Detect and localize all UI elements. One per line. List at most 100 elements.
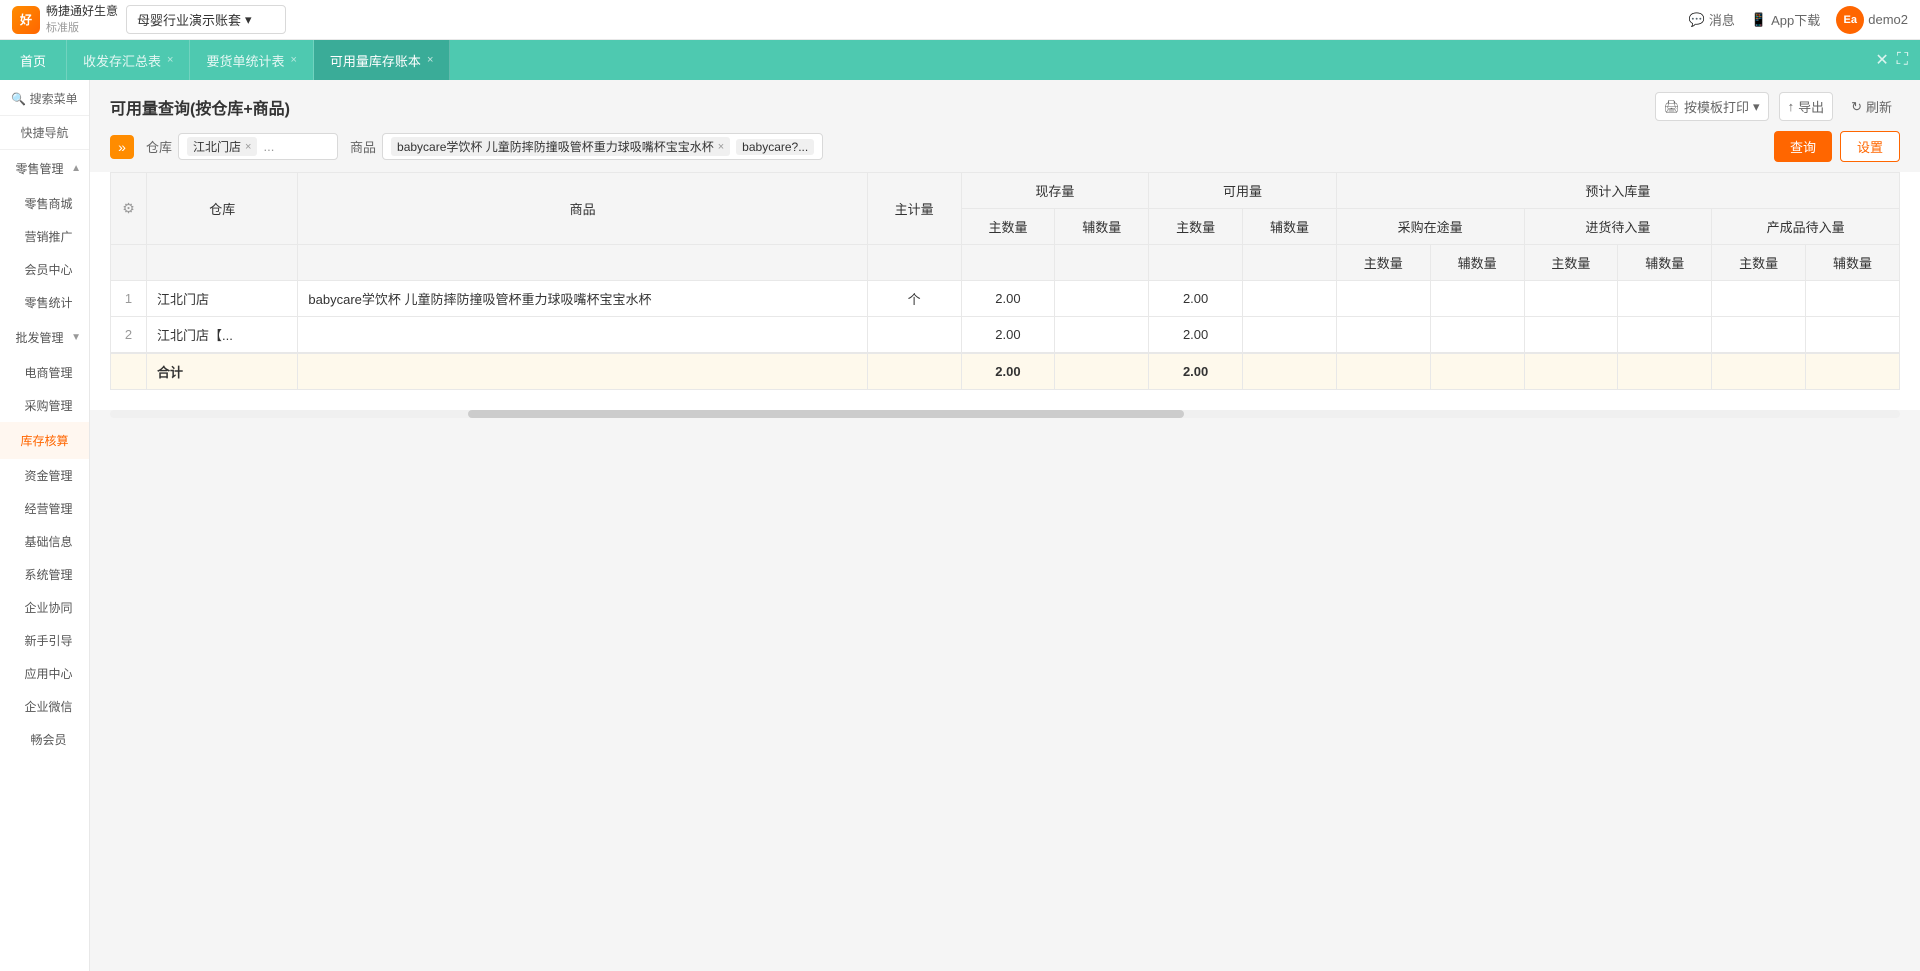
horizontal-scrollbar[interactable] [110, 410, 1900, 418]
scroll-thumb[interactable] [468, 410, 1184, 418]
th-available: 可用量 [1149, 173, 1337, 209]
warehouse-filter-group: 仓库 江北门店 × ... [146, 133, 338, 160]
user-profile[interactable]: Ea demo2 [1836, 6, 1908, 34]
warehouse-tag-remove[interactable]: × [245, 141, 251, 153]
sidebar-purchase-label: 采购管理 [24, 399, 72, 413]
query-btn[interactable]: 查询 [1774, 131, 1832, 162]
sidebar-item-member-center[interactable]: 会员中心 [0, 253, 89, 286]
row-inbound-main [1524, 317, 1618, 354]
row-product-main [1712, 281, 1806, 317]
sidebar-item-basic-info[interactable]: 基础信息 [0, 525, 89, 558]
th-avail-main-qty: 主数量 [1149, 209, 1243, 245]
row-product [298, 317, 867, 354]
filter-area: » 仓库 江北门店 × ... 商品 babycare学饮杯 儿童防摔防撞吸管杯… [90, 121, 1920, 172]
th-current-stock: 现存量 [961, 173, 1149, 209]
th-inbound-pending: 进货待入量 [1524, 209, 1712, 245]
table-row: 2 江北门店【... 2.00 2.00 [111, 317, 1900, 354]
tab-home[interactable]: 首页 [0, 40, 67, 80]
sidebar-item-purchase[interactable]: 采购管理 [0, 389, 89, 422]
th-avail-aux-qty: 辅数量 [1243, 209, 1337, 245]
row-warehouse: 江北门店【... [147, 317, 298, 354]
industry-name: 母婴行业演示账套 [137, 10, 241, 29]
sidebar-item-enterprise-wechat[interactable]: 企业微信 [0, 690, 89, 723]
tab-yaohuo-close[interactable]: × [290, 54, 296, 66]
user-name: demo2 [1868, 12, 1908, 27]
quick-nav-label: 快捷导航 [20, 126, 68, 140]
dropdown-icon: ▾ [245, 12, 252, 28]
sidebar-item-system[interactable]: 系统管理 [0, 558, 89, 591]
sidebar-item-vip[interactable]: 畅会员 [0, 723, 89, 756]
tab-yaohuo[interactable]: 要货单统计表 × [190, 40, 313, 80]
sidebar-item-ecommerce[interactable]: 电商管理 [0, 356, 89, 389]
tab-shoufacun[interactable]: 收发存汇总表 × [67, 40, 190, 80]
sidebar-item-zero-mall[interactable]: 零售商城 [0, 187, 89, 220]
sidebar-item-inventory[interactable]: 库存核算 [0, 422, 89, 459]
sidebar-quick-nav[interactable]: 快捷导航 [0, 116, 89, 150]
settings-btn[interactable]: 设置 [1840, 131, 1900, 162]
product-tag2-text: babycare?... [742, 140, 808, 154]
th-sub-warehouse [147, 245, 298, 281]
template-print-btn[interactable]: 🖨 按模板打印 ▾ [1655, 92, 1769, 121]
th-product: 商品 [298, 173, 867, 245]
sidebar-search[interactable]: 🔍 搜索菜单 [0, 80, 89, 116]
tab-yaohuo-label: 要货单统计表 [206, 51, 284, 70]
home-label: 首页 [20, 51, 46, 70]
page-header: 可用量查询(按仓库+商品) 🖨 按模板打印 ▾ ↑ 导出 ↻ 刷新 [90, 80, 1920, 121]
sidebar-item-finance[interactable]: 资金管理 [0, 459, 89, 492]
sidebar-item-marketing[interactable]: 营销推广 [0, 220, 89, 253]
refresh-btn[interactable]: ↻ 刷新 [1843, 93, 1900, 120]
top-bar-left: 好 畅捷通好生意 标准版 母婴行业演示账套 ▾ [12, 4, 286, 36]
tab-shoufacun-close[interactable]: × [167, 54, 173, 66]
sidebar-enterprise-wechat-label: 企业微信 [24, 700, 72, 714]
app-download-btn[interactable]: 📱 App下载 [1751, 10, 1820, 29]
sidebar-item-zero-stats[interactable]: 零售统计 [0, 286, 89, 319]
refresh-icon: ↻ [1851, 99, 1862, 115]
th-purchase-transit: 采购在途量 [1336, 209, 1524, 245]
tab-kuyong[interactable]: 可用量库存账本 × [314, 40, 450, 80]
sidebar-item-zero-sales[interactable]: 零售管理 ▲ [0, 150, 89, 187]
content-area: 可用量查询(按仓库+商品) 🖨 按模板打印 ▾ ↑ 导出 ↻ 刷新 » [90, 80, 1920, 971]
table-row: 1 江北门店 babycare学饮杯 儿童防摔防撞吸管杯重力球吸嘴杯宝宝水杯 个… [111, 281, 1900, 317]
sidebar-zero-mall-label: 零售商城 [24, 197, 72, 211]
row-product-aux [1806, 281, 1900, 317]
sidebar-item-wholesale[interactable]: 批发管理 ▼ [0, 319, 89, 356]
warehouse-more-dots[interactable]: ... [263, 139, 274, 154]
table-container: ⚙ 仓库 商品 主计量 现存量 可用量 预计入库量 主数量 辅数量 主数量 辅数… [90, 172, 1920, 410]
warehouse-filter-input[interactable]: 江北门店 × ... [178, 133, 338, 160]
sidebar-ecommerce-label: 电商管理 [24, 366, 72, 380]
footer-label: 合计 [147, 353, 298, 390]
product-tag1-remove[interactable]: × [718, 141, 724, 153]
th-gear[interactable]: ⚙ [111, 173, 147, 245]
nav-tabs: 首页 收发存汇总表 × 要货单统计表 × 可用量库存账本 × ✕ ⛶ [0, 40, 1920, 80]
sidebar-item-new-guide[interactable]: 新手引导 [0, 624, 89, 657]
close-window-icon[interactable]: ✕ [1875, 50, 1888, 70]
column-settings-icon[interactable]: ⚙ [122, 200, 135, 216]
message-btn[interactable]: 💬 消息 [1689, 10, 1735, 29]
tab-kuyong-close[interactable]: × [427, 54, 433, 66]
footer-purchase-aux [1430, 353, 1524, 390]
sidebar-item-enterprise-collab[interactable]: 企业协同 [0, 591, 89, 624]
sidebar-item-operations[interactable]: 经营管理 [0, 492, 89, 525]
export-btn[interactable]: ↑ 导出 [1779, 92, 1834, 121]
main-layout: 🔍 搜索菜单 快捷导航 零售管理 ▲ 零售商城 营销推广 会员中心 零售统计 批… [0, 80, 1920, 971]
row-main-unit: 个 [867, 281, 961, 317]
footer-inbound-main [1524, 353, 1618, 390]
logo-text-group: 畅捷通好生意 标准版 [46, 4, 118, 36]
product-filter-label: 商品 [350, 137, 376, 156]
row-stock-main: 2.00 [961, 281, 1055, 317]
warehouse-filter-label: 仓库 [146, 137, 172, 156]
table-footer-row: 合计 2.00 2.00 [111, 353, 1900, 390]
message-label: 消息 [1709, 10, 1735, 29]
sidebar-wholesale-label: 批发管理 [8, 329, 71, 346]
row-inbound-main [1524, 281, 1618, 317]
fullscreen-icon[interactable]: ⛶ [1897, 51, 1908, 69]
nav-right-icons: ✕ ⛶ [1875, 50, 1920, 70]
refresh-label: 刷新 [1866, 97, 1892, 116]
th-sub-avail-main [1149, 245, 1243, 281]
sidebar-item-app-center[interactable]: 应用中心 [0, 657, 89, 690]
industry-selector[interactable]: 母婴行业演示账套 ▾ [126, 5, 286, 34]
filter-expand-btn[interactable]: » [110, 135, 134, 159]
product-filter-input[interactable]: babycare学饮杯 儿童防摔防撞吸管杯重力球吸嘴杯宝宝水杯 × babyca… [382, 133, 823, 160]
sidebar-enterprise-collab-label: 企业协同 [24, 601, 72, 615]
row-avail-aux [1243, 281, 1337, 317]
